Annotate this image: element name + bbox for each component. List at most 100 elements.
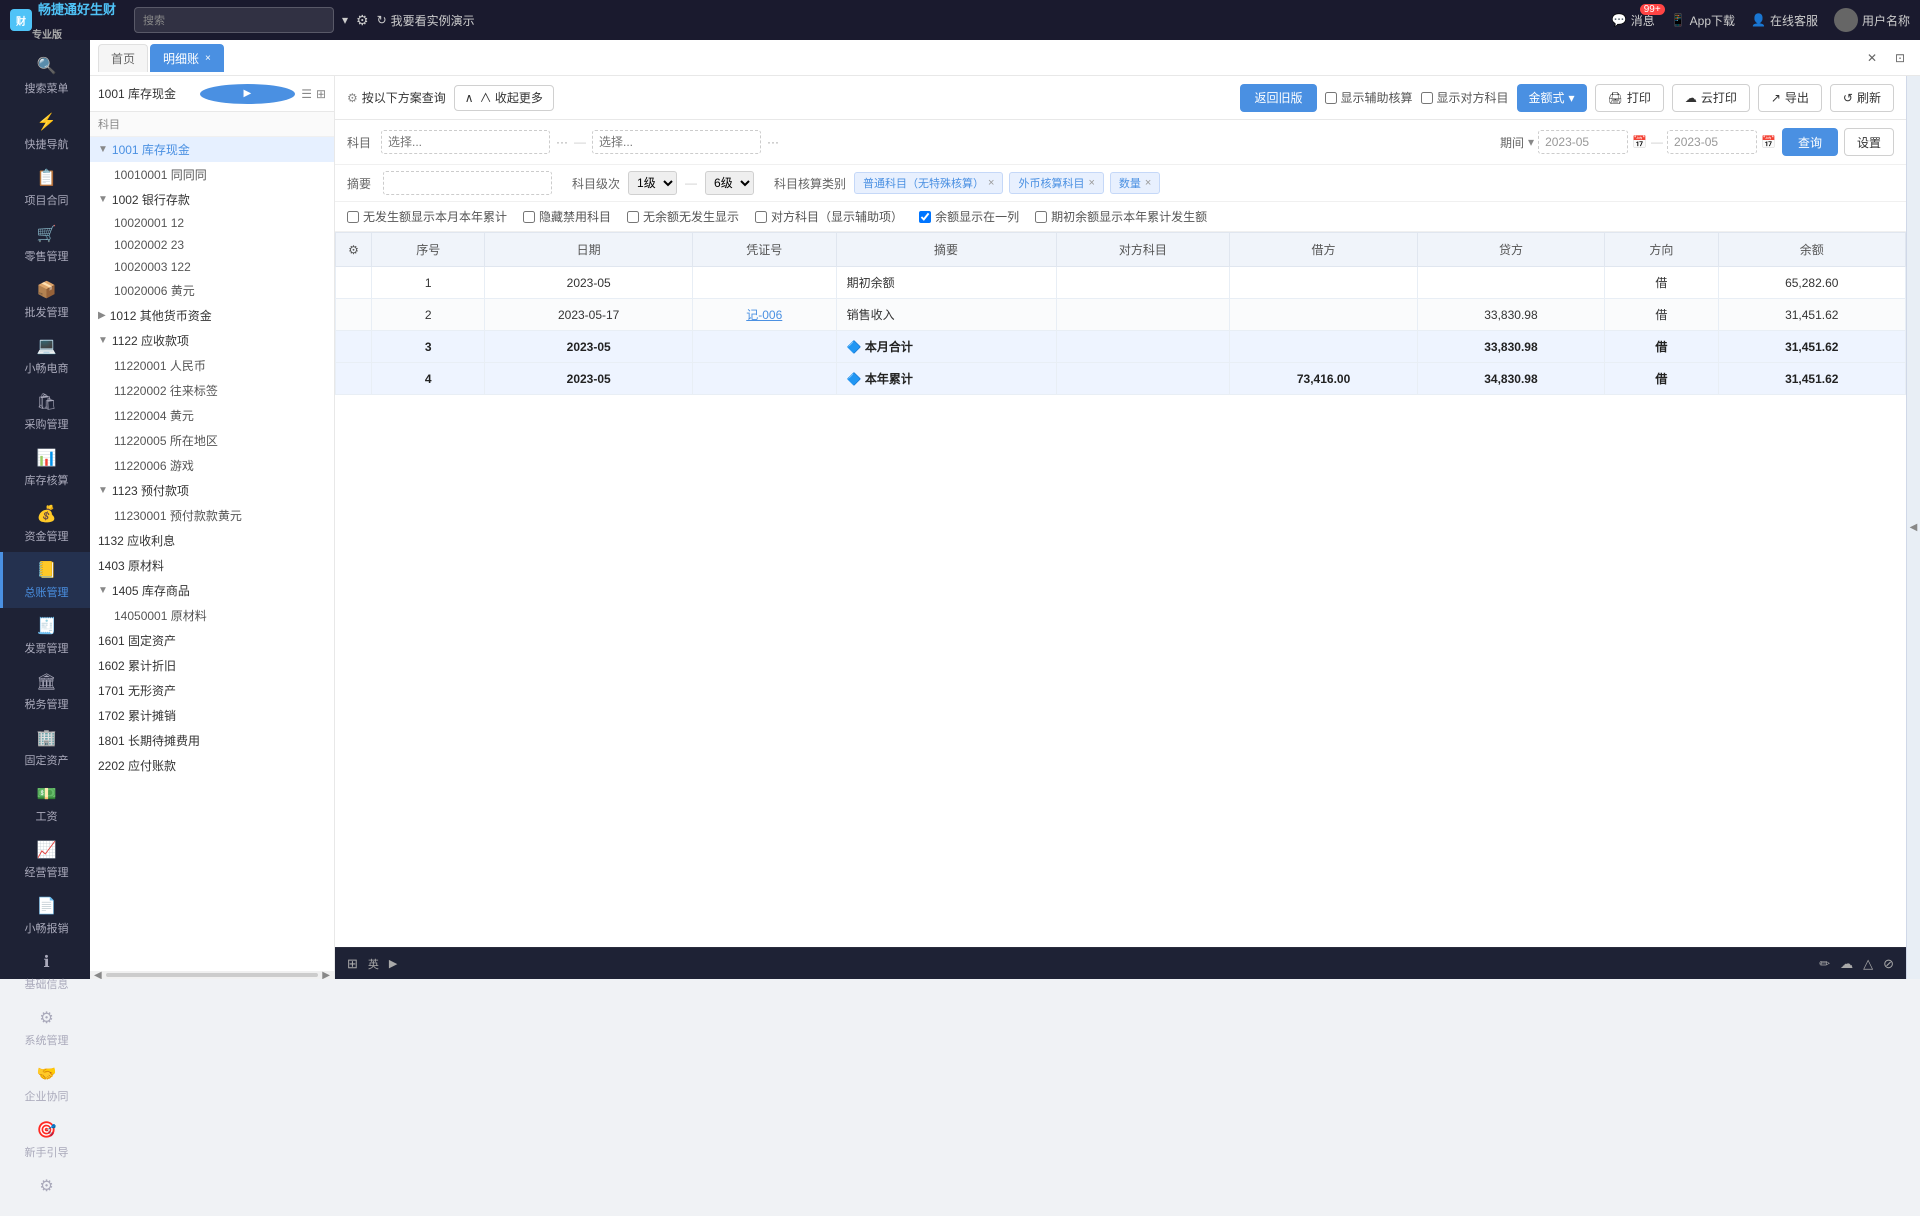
expand-all-icon[interactable]: ⊞ <box>316 87 326 101</box>
demo-btn[interactable]: ↻ 我要看实例演示 <box>377 12 475 29</box>
no-balance2-input[interactable] <box>627 211 639 223</box>
sidebar-item-guide[interactable]: 🎯 新手引导 <box>0 1112 90 1168</box>
subject-more-btn[interactable]: ··· <box>556 135 568 149</box>
sidebar-item-quick-nav[interactable]: ⚡ 快捷导航 <box>0 104 90 160</box>
bottom-icon-grid[interactable]: ⊞ <box>347 956 358 972</box>
sidebar-item-retail[interactable]: 🛒 零售管理 <box>0 216 90 272</box>
right-sidebar-collapse-btn[interactable]: ◀ <box>1906 76 1920 979</box>
tag-quantity-del[interactable]: × <box>1145 177 1151 189</box>
voucher-link[interactable]: 记-006 <box>746 308 782 322</box>
app-download-btn[interactable]: 📱 App下载 <box>1671 12 1735 29</box>
sidebar-item-inventory[interactable]: 📊 库存核算 <box>0 440 90 496</box>
level-to-select[interactable]: 6级 5级 4级 <box>705 171 754 195</box>
calendar-icon2[interactable]: 📅 <box>1761 135 1776 149</box>
sidebar-item-ecommerce[interactable]: 💻 小畅电商 <box>0 328 90 384</box>
tree-item-1002[interactable]: ▼ 1002 银行存款 <box>90 187 334 212</box>
sidebar-item-salary[interactable]: 💵 工资 <box>0 776 90 832</box>
tree-item-10020006[interactable]: 10020006 黄元 <box>90 278 334 303</box>
amount-mode-btn[interactable]: 金额式 ▾ <box>1517 84 1587 112</box>
tree-item-10020003[interactable]: 10020003 122 <box>90 256 334 278</box>
level-from-select[interactable]: 1级 2级 3级 <box>628 171 677 195</box>
tree-item-11230001[interactable]: 11230001 预付款款黄元 <box>90 503 334 528</box>
bottom-icon-edit[interactable]: ✏ <box>1819 956 1830 972</box>
summary-input[interactable] <box>383 171 552 195</box>
dropdown-icon[interactable]: ▾ <box>342 13 348 27</box>
period-dropdown-icon[interactable]: ▾ <box>1528 135 1534 149</box>
tree-item-1122[interactable]: ▼ 1122 应收款项 <box>90 328 334 353</box>
online-service-btn[interactable]: 👤 在线客服 <box>1751 12 1818 29</box>
period-from-input[interactable] <box>1538 130 1628 154</box>
tree-item-11220001[interactable]: 11220001 人民币 <box>90 353 334 378</box>
sidebar-settings-btn[interactable]: ⚙ <box>32 1168 57 1204</box>
tree-item-10020001[interactable]: 10020001 12 <box>90 212 334 234</box>
sidebar-item-system[interactable]: ⚙ 系统管理 <box>0 1000 90 1056</box>
sidebar-item-purchase[interactable]: 🛍 采购管理 <box>0 384 90 440</box>
tree-item-11220005[interactable]: 11220005 所在地区 <box>90 428 334 453</box>
tree-item-1123[interactable]: ▼ 1123 预付款项 <box>90 478 334 503</box>
contra-subject-input[interactable] <box>755 211 767 223</box>
tree-item-1403[interactable]: 1403 原材料 <box>90 553 334 578</box>
tree-item-11220004[interactable]: 11220004 黄元 <box>90 403 334 428</box>
tab-close-btn[interactable]: × <box>205 53 211 64</box>
tab-home[interactable]: 首页 <box>98 44 148 72</box>
list-view-icon[interactable]: ☰ <box>301 87 312 101</box>
refresh-btn[interactable]: ↺ 刷新 <box>1830 84 1894 112</box>
show-contra-input[interactable] <box>1421 92 1433 104</box>
scroll-left-btn[interactable]: ◀ <box>94 970 102 980</box>
sidebar-item-fixed-assets[interactable]: 🏢 固定资产 <box>0 720 90 776</box>
setting-btn[interactable]: 设置 <box>1844 128 1894 156</box>
no-balance-input[interactable] <box>347 211 359 223</box>
th-settings[interactable]: ⚙ <box>336 233 372 267</box>
settings-icon[interactable]: ⚙ <box>356 12 369 29</box>
subject-input2[interactable] <box>592 130 761 154</box>
tree-item-1132[interactable]: 1132 应收利息 <box>90 528 334 553</box>
tree-item-10010001[interactable]: 10010001 同同同 <box>90 162 334 187</box>
tree-item-1001[interactable]: ▼ 1001 库存现金 <box>90 137 334 162</box>
account-nav-btn[interactable]: ▶ <box>200 84 296 104</box>
tag-normal-del[interactable]: × <box>988 177 994 189</box>
print-btn[interactable]: 🖨 打印 <box>1595 84 1664 112</box>
sidebar-item-wholesale[interactable]: 📦 批发管理 <box>0 272 90 328</box>
sidebar-item-xiaochang-sales[interactable]: 📄 小畅报销 <box>0 888 90 944</box>
sidebar-item-basic-info[interactable]: ℹ 基础信息 <box>0 944 90 1000</box>
message-btn[interactable]: 💬 消息 99+ <box>1612 12 1655 29</box>
tree-item-1801[interactable]: 1801 长期待摊费用 <box>90 728 334 753</box>
sidebar-item-cooperation[interactable]: 🤝 企业协同 <box>0 1056 90 1112</box>
period-to-input[interactable] <box>1667 130 1757 154</box>
export-btn[interactable]: ↗ 导出 <box>1758 84 1822 112</box>
sidebar-item-search-menu[interactable]: 🔍 搜索菜单 <box>0 48 90 104</box>
tree-item-2202[interactable]: 2202 应付账款 <box>90 753 334 778</box>
sidebar-item-invoice[interactable]: 🧾 发票管理 <box>0 608 90 664</box>
tree-item-1601[interactable]: 1601 固定资产 <box>90 628 334 653</box>
calendar-icon1[interactable]: 📅 <box>1632 135 1647 149</box>
tab-expand-btn[interactable]: ⊡ <box>1888 46 1912 70</box>
tree-item-1012[interactable]: ▶ 1012 其他货币资金 <box>90 303 334 328</box>
lang-icon[interactable]: ▶ <box>389 957 397 970</box>
bottom-icon-triangle[interactable]: △ <box>1863 956 1873 972</box>
tree-item-14050001[interactable]: 14050001 原材料 <box>90 603 334 628</box>
sidebar-item-tax[interactable]: 🏛 税务管理 <box>0 664 90 720</box>
scroll-right-btn[interactable]: ▶ <box>322 970 330 980</box>
subject-input[interactable] <box>381 130 550 154</box>
balance-one-col-input[interactable] <box>919 211 931 223</box>
tag-foreign-del[interactable]: × <box>1088 177 1094 189</box>
tree-item-1702[interactable]: 1702 累计摊销 <box>90 703 334 728</box>
bottom-icon-cloud[interactable]: ☁ <box>1840 956 1853 972</box>
tree-item-10020002[interactable]: 10020002 23 <box>90 234 334 256</box>
tab-close-all-btn[interactable]: ✕ <box>1860 46 1884 70</box>
sidebar-item-capital[interactable]: 💰 资金管理 <box>0 496 90 552</box>
hide-disabled-input[interactable] <box>523 211 535 223</box>
tree-item-11220006[interactable]: 11220006 游戏 <box>90 453 334 478</box>
user-menu[interactable]: 用户名称 <box>1834 8 1910 32</box>
query-btn[interactable]: 查询 <box>1782 128 1838 156</box>
subject-more-btn2[interactable]: ··· <box>767 135 779 149</box>
tree-item-1701[interactable]: 1701 无形资产 <box>90 678 334 703</box>
sidebar-item-general-ledger[interactable]: 📒 总账管理 <box>0 552 90 608</box>
cloud-print-btn[interactable]: ☁ 云打印 <box>1672 84 1750 112</box>
expand-more-btn[interactable]: ∧ ∧ 收起更多 <box>454 85 554 111</box>
tree-item-11220002[interactable]: 11220002 往来标签 <box>90 378 334 403</box>
sidebar-item-business[interactable]: 📈 经营管理 <box>0 832 90 888</box>
opening-balance-input[interactable] <box>1035 211 1047 223</box>
show-aux-input[interactable] <box>1325 92 1337 104</box>
back-old-btn[interactable]: 返回旧版 <box>1240 84 1316 112</box>
